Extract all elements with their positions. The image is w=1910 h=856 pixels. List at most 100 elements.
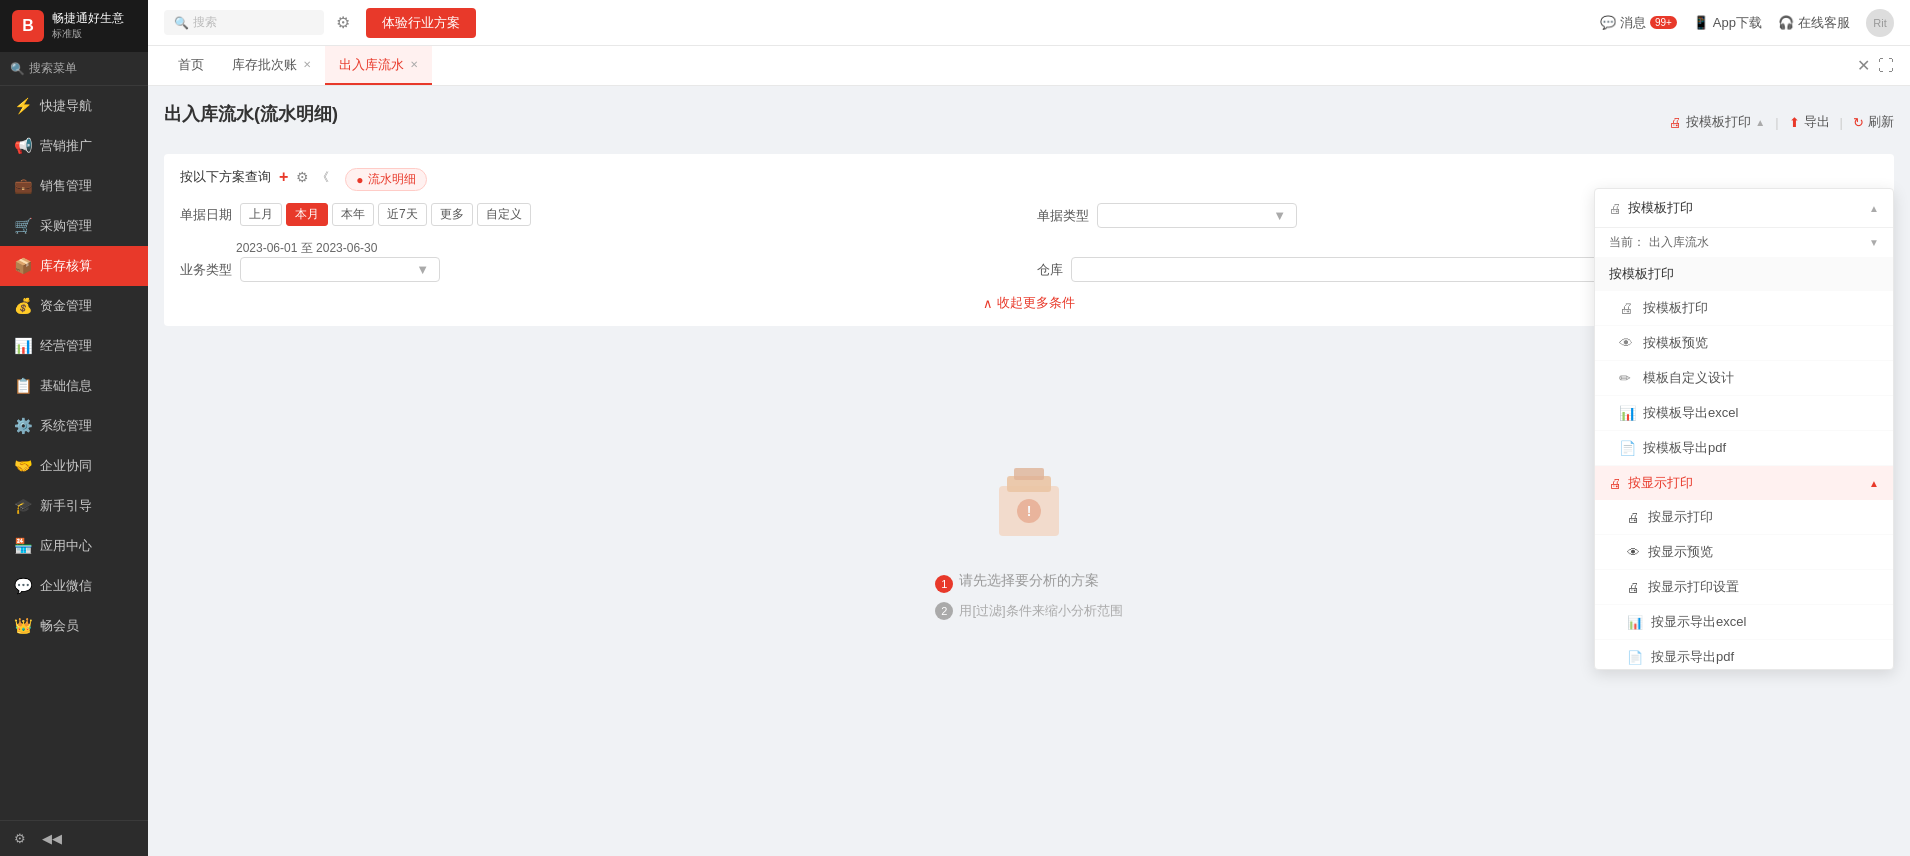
template-print-btn[interactable]: 🖨 按模板打印 ▲ xyxy=(1669,113,1765,131)
item-template-excel[interactable]: 📊 按模板导出excel xyxy=(1595,396,1893,431)
online-service-label: 在线客服 xyxy=(1798,14,1850,32)
filter-settings-btn[interactable]: ⚙ xyxy=(296,169,309,185)
sidebar-item-label: 营销推广 xyxy=(40,137,92,155)
date-range-display: 2023-06-01 至 2023-06-30 xyxy=(236,241,377,255)
item-display-pdf[interactable]: 📄 按显示导出pdf xyxy=(1595,640,1893,669)
tab-home-label: 首页 xyxy=(178,56,204,74)
app-download-btn[interactable]: 📱 App下载 xyxy=(1693,14,1762,32)
filter-add-btn[interactable]: + xyxy=(279,168,288,186)
printer-icon: 🖨 xyxy=(1669,115,1682,130)
item-display-print-settings[interactable]: 🖨 按显示打印设置 xyxy=(1595,570,1893,605)
window-close-btn[interactable]: ✕ xyxy=(1857,56,1870,75)
tab-batch-account-close[interactable]: ✕ xyxy=(303,59,311,70)
chevron-up-icon: ∧ xyxy=(983,296,993,311)
sidebar-item-finance[interactable]: 💰 资金管理 xyxy=(0,286,148,326)
sidebar-collapse-icon[interactable]: ◀◀ xyxy=(42,831,62,846)
sidebar-item-label: 应用中心 xyxy=(40,537,92,555)
online-service-btn[interactable]: 🎧 在线客服 xyxy=(1778,14,1850,32)
item-template-pdf[interactable]: 📄 按模板导出pdf xyxy=(1595,431,1893,466)
sidebar-item-sales[interactable]: 💼 销售管理 xyxy=(0,166,148,206)
item-template-preview[interactable]: 👁 按模板预览 xyxy=(1595,326,1893,361)
search-label: 搜索菜单 xyxy=(29,60,77,77)
chevron-up-icon: ▲ xyxy=(1755,117,1765,128)
hint-number-2: 2 xyxy=(935,602,953,620)
sidebar-item-appstore[interactable]: 🏪 应用中心 xyxy=(0,526,148,566)
appstore-icon: 🏪 xyxy=(14,537,32,555)
marketing-icon: 📢 xyxy=(14,137,32,155)
sidebar-item-system[interactable]: ⚙️ 系统管理 xyxy=(0,406,148,446)
biz-type-select[interactable]: ▼ xyxy=(240,257,440,282)
sidebar-item-quick-nav[interactable]: ⚡ 快捷导航 xyxy=(0,86,148,126)
purchase-icon: 🛒 xyxy=(14,217,32,235)
sidebar-item-wechat[interactable]: 💬 企业微信 xyxy=(0,566,148,606)
sidebar-item-collab[interactable]: 🤝 企业协同 xyxy=(0,446,148,486)
filter-collapse-icon[interactable]: 《 xyxy=(317,169,329,186)
item-display-preview[interactable]: 👁 按显示预览 xyxy=(1595,535,1893,570)
wechat-icon: 💬 xyxy=(14,577,32,595)
date-btn-more[interactable]: 更多 xyxy=(431,203,473,226)
single-type-select[interactable]: ▼ xyxy=(1097,203,1297,228)
sidebar-item-operation[interactable]: 📊 经营管理 xyxy=(0,326,148,366)
warehouse-label: 仓库 xyxy=(1037,261,1063,279)
item-template-design-label: 模板自定义设计 xyxy=(1643,369,1734,387)
sidebar-item-marketing[interactable]: 📢 营销推广 xyxy=(0,126,148,166)
message-btn[interactable]: 💬 消息 99+ xyxy=(1600,14,1677,32)
sidebar-item-label: 经营管理 xyxy=(40,337,92,355)
sidebar-item-label: 畅会员 xyxy=(40,617,79,635)
section-display-print: 🖨 按显示打印 ▲ xyxy=(1595,466,1893,500)
sidebar-settings-icon[interactable]: ⚙ xyxy=(14,831,26,846)
item-template-pdf-label: 按模板导出pdf xyxy=(1643,439,1726,457)
member-icon: 👑 xyxy=(14,617,32,635)
sidebar-item-label: 采购管理 xyxy=(40,217,92,235)
settings-gear-icon[interactable]: ⚙ xyxy=(336,13,350,32)
item-display-excel[interactable]: 📊 按显示导出excel xyxy=(1595,605,1893,640)
sidebar-search-area[interactable]: 🔍 搜索菜单 xyxy=(0,52,148,86)
item-template-preview-label: 按模板预览 xyxy=(1643,334,1708,352)
sidebar-search-trigger[interactable]: 🔍 搜索菜单 xyxy=(10,60,138,77)
search-placeholder: 搜索 xyxy=(193,14,217,31)
current-label-row: 当前： 出入库流水 ▼ xyxy=(1595,228,1893,257)
item-template-design[interactable]: ✏ 模板自定义设计 xyxy=(1595,361,1893,396)
user-avatar-area[interactable]: Rit xyxy=(1866,9,1894,37)
current-prefix: 当前： xyxy=(1609,234,1645,251)
topbar-search[interactable]: 🔍 搜索 xyxy=(164,10,324,35)
date-label: 单据日期 xyxy=(180,206,232,224)
filter-tag-stream[interactable]: ● 流水明细 xyxy=(345,168,426,191)
empty-hint-2: 用[过滤]条件来缩小分析范围 xyxy=(959,602,1122,620)
app-name: 畅捷通好生意 xyxy=(52,11,124,27)
sidebar-item-tutorial[interactable]: 🎓 新手引导 xyxy=(0,486,148,526)
window-maximize-btn[interactable]: ⛶ xyxy=(1878,57,1894,75)
excel-icon: 📊 xyxy=(1619,405,1635,421)
dropdown-header: 🖨 按模板打印 ▲ xyxy=(1595,189,1893,228)
headset-icon: 🎧 xyxy=(1778,15,1794,30)
tutorial-icon: 🎓 xyxy=(14,497,32,515)
tab-home[interactable]: 首页 xyxy=(164,46,218,85)
trial-btn[interactable]: 体验行业方案 xyxy=(366,8,476,38)
tab-batch-account[interactable]: 库存批次账 ✕ xyxy=(218,46,325,85)
sidebar-item-member[interactable]: 👑 畅会员 xyxy=(0,606,148,646)
item-display-print-label: 按显示打印 xyxy=(1648,508,1713,526)
tab-stock-flow-close[interactable]: ✕ xyxy=(410,59,418,70)
date-btn-this-month[interactable]: 本月 xyxy=(286,203,328,226)
export-btn[interactable]: ⬆ 导出 xyxy=(1789,113,1830,131)
system-icon: ⚙️ xyxy=(14,417,32,435)
date-btn-last-month[interactable]: 上月 xyxy=(240,203,282,226)
item-template-print[interactable]: 🖨 按模板打印 xyxy=(1595,291,1893,326)
filter-biz-group: 业务类型 ▼ xyxy=(180,257,1021,282)
topbar: 🔍 搜索 ⚙ 体验行业方案 💬 消息 99+ 📱 App下载 🎧 在线客服 Ri… xyxy=(148,0,1910,46)
main-area: 🔍 搜索 ⚙ 体验行业方案 💬 消息 99+ 📱 App下载 🎧 在线客服 Ri… xyxy=(148,0,1910,856)
item-display-print[interactable]: 🖨 按显示打印 xyxy=(1595,500,1893,535)
sidebar-item-label: 销售管理 xyxy=(40,177,92,195)
date-btn-this-year[interactable]: 本年 xyxy=(332,203,374,226)
item-display-print-settings-label: 按显示打印设置 xyxy=(1648,578,1739,596)
sidebar-item-purchase[interactable]: 🛒 采购管理 xyxy=(0,206,148,246)
refresh-btn[interactable]: ↻ 刷新 xyxy=(1853,113,1894,131)
sidebar-item-inventory[interactable]: 📦 库存核算 xyxy=(0,246,148,286)
sidebar-item-basics[interactable]: 📋 基础信息 xyxy=(0,366,148,406)
filter-tag-circle: ● xyxy=(356,173,363,187)
date-btn-custom[interactable]: 自定义 xyxy=(477,203,531,226)
operation-icon: 📊 xyxy=(14,337,32,355)
filter-section-label: 按以下方案查询 xyxy=(180,168,271,186)
date-btn-7days[interactable]: 近7天 xyxy=(378,203,427,226)
tab-stock-flow[interactable]: 出入库流水 ✕ xyxy=(325,46,432,85)
